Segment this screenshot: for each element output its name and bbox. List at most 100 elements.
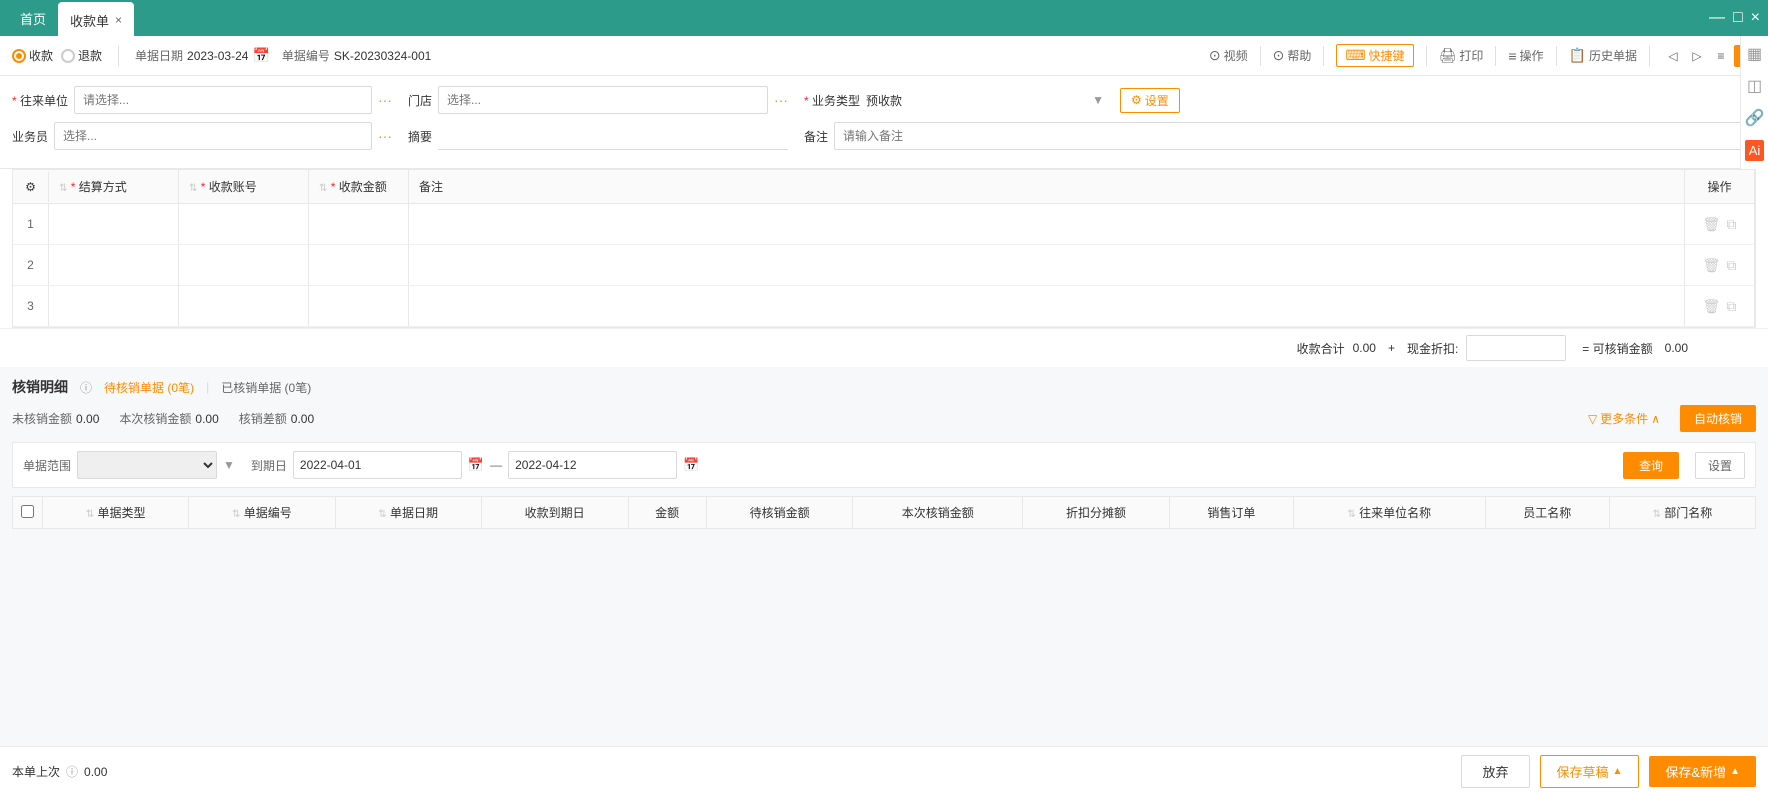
tab-close-icon[interactable]: × — [115, 13, 122, 27]
calendar-icon[interactable]: 📅 — [252, 47, 269, 64]
td-settle-3[interactable] — [49, 286, 179, 326]
td-amount-1[interactable] — [309, 204, 409, 244]
operations-btn[interactable]: ≡ 操作 — [1508, 47, 1543, 64]
more-filter-btn[interactable]: ▽ 更多条件 ∧ — [1588, 410, 1660, 427]
td-amount-3[interactable] — [309, 286, 409, 326]
td-remark-1[interactable] — [409, 204, 1685, 244]
save-new-btn[interactable]: 保存&新增 ▲ — [1649, 756, 1756, 787]
sidebar-icon-link[interactable]: 🔗 — [1745, 108, 1765, 128]
video-btn[interactable]: ⊙ 视频 — [1209, 47, 1248, 64]
sort-icon-account[interactable]: ⇅ — [189, 183, 197, 194]
sort-icon-dept[interactable]: ⇅ — [1652, 509, 1660, 520]
tab-receipt[interactable]: 收款单 × — [58, 2, 134, 38]
table-row: 3 🗑 ⧉ — [13, 286, 1755, 327]
pending-tab[interactable]: 待核销单据 (0笔) — [104, 379, 194, 396]
td-remark-3[interactable] — [409, 286, 1685, 326]
staff-more-btn[interactable]: ··· — [378, 128, 392, 144]
abandon-btn[interactable]: 放弃 — [1461, 755, 1529, 788]
store-more-btn[interactable]: ··· — [774, 92, 788, 108]
tab-bar: 首页 收款单 × — □ × — [0, 0, 1768, 36]
td-account-1[interactable] — [179, 204, 309, 244]
radio-refund-label: 退款 — [78, 47, 102, 64]
copy-icon-2[interactable]: ⧉ — [1726, 257, 1736, 274]
store-field: 门店 ··· — [408, 86, 788, 114]
from-calendar-icon[interactable]: 📅 — [468, 457, 484, 473]
sidebar-icon-table[interactable]: ▦ — [1747, 44, 1762, 64]
td-remark-2[interactable] — [409, 245, 1685, 285]
delete-icon-3[interactable]: 🗑 — [1703, 298, 1721, 315]
current-label: 本次核销金额 — [119, 410, 191, 427]
layout-btn-3[interactable]: ≡ — [1710, 45, 1732, 67]
minimize-btn[interactable]: — — [1709, 9, 1725, 27]
sidebar-icon-special[interactable]: Ai — [1745, 140, 1765, 161]
discount-input[interactable] — [1466, 335, 1566, 361]
draft-btn[interactable]: 保存草稿 ▲ — [1540, 755, 1640, 788]
radio-refund[interactable]: 退款 — [61, 47, 102, 64]
print-btn[interactable]: 🖨 打印 — [1439, 47, 1484, 64]
form-row-1: * 往来单位 ··· 门店 ··· * 业务类型 预收款 ▼ — [12, 86, 1756, 114]
th-staff: 员工名称 — [1485, 497, 1609, 529]
date-field: 单据日期 2023-03-24 📅 — [135, 47, 270, 64]
history-btn[interactable]: 📋 历史单据 — [1569, 47, 1637, 64]
party-more-btn[interactable]: ··· — [378, 92, 392, 108]
sort-icon-amount[interactable]: ⇅ — [319, 183, 327, 194]
table-row: 2 🗑 ⧉ — [13, 245, 1755, 286]
shortcut-btn[interactable]: ⌨ 快捷键 — [1336, 44, 1413, 67]
sort-icon-date[interactable]: ⇅ — [378, 509, 386, 520]
delete-icon-1[interactable]: 🗑 — [1703, 216, 1721, 233]
operations-icon: ≡ — [1508, 48, 1516, 64]
sidebar-icon-layout[interactable]: ◫ — [1747, 76, 1762, 96]
maximize-btn[interactable]: □ — [1733, 9, 1743, 27]
td-index-2: 2 — [13, 245, 49, 285]
filter-settings-btn[interactable]: 设置 — [1695, 452, 1745, 479]
staff-input[interactable] — [54, 122, 372, 150]
td-account-2[interactable] — [179, 245, 309, 285]
tab-home[interactable]: 首页 — [8, 0, 58, 36]
delete-icon-2[interactable]: 🗑 — [1703, 257, 1721, 274]
layout-btn-1[interactable]: ◁ — [1662, 45, 1684, 67]
video-label: 视频 — [1224, 47, 1248, 64]
td-settle-2[interactable] — [49, 245, 179, 285]
settings-btn[interactable]: ⚙ 设置 — [1120, 88, 1180, 113]
td-account-3[interactable] — [179, 286, 309, 326]
close-btn[interactable]: × — [1751, 9, 1760, 27]
operations-label: 操作 — [1520, 47, 1544, 64]
info-icon[interactable]: ⓘ — [66, 763, 78, 780]
store-input[interactable] — [438, 86, 768, 114]
to-calendar-icon[interactable]: 📅 — [683, 457, 699, 473]
td-settle-1[interactable] — [49, 204, 179, 244]
sort-icon-party[interactable]: ⇅ — [1347, 509, 1355, 520]
party-input[interactable] — [74, 86, 372, 114]
auto-verify-btn[interactable]: 自动核销 — [1680, 405, 1756, 432]
radio-receive[interactable]: 收款 — [12, 47, 53, 64]
copy-icon-3[interactable]: ⧉ — [1726, 298, 1736, 315]
date-separator: — — [490, 458, 502, 472]
sort-icon-number[interactable]: ⇅ — [232, 509, 240, 520]
toolbar-separator-6 — [1556, 46, 1557, 66]
td-amount-2[interactable] — [309, 245, 409, 285]
business-type-arrow[interactable]: ▼ — [1092, 93, 1104, 107]
business-type-label: * 业务类型 — [804, 92, 860, 109]
summary-input[interactable] — [438, 122, 788, 150]
done-tab[interactable]: 已核销单据 (0笔) — [221, 379, 311, 396]
radio-receive-dot — [16, 53, 22, 59]
shortcut-label: 快捷键 — [1369, 47, 1405, 64]
sort-icon-settle[interactable]: ⇅ — [59, 183, 67, 194]
diff-stat: 核销差额 0.00 — [239, 410, 314, 427]
toolbar-separator-5 — [1495, 46, 1496, 66]
remark-input[interactable] — [834, 122, 1756, 150]
th-gear[interactable]: ⚙ — [13, 172, 49, 202]
copy-icon-1[interactable]: ⧉ — [1726, 216, 1736, 233]
result-value: 0.00 — [1665, 341, 1688, 355]
layout-btn-2[interactable]: ▷ — [1686, 45, 1708, 67]
date-to-input[interactable] — [508, 451, 677, 479]
th-type: ⇅ 单据类型 — [43, 497, 189, 529]
due-date-field: 到期日 📅 — 📅 — [251, 451, 699, 479]
help-btn[interactable]: ⊙ 帮助 — [1273, 47, 1312, 64]
sort-icon-type[interactable]: ⇅ — [86, 509, 94, 520]
select-all-checkbox[interactable] — [21, 505, 34, 518]
range-select[interactable] — [77, 451, 217, 479]
date-from-input[interactable] — [293, 451, 462, 479]
verify-info-icon[interactable]: ⓘ — [80, 379, 92, 396]
query-btn[interactable]: 查询 — [1623, 452, 1679, 479]
